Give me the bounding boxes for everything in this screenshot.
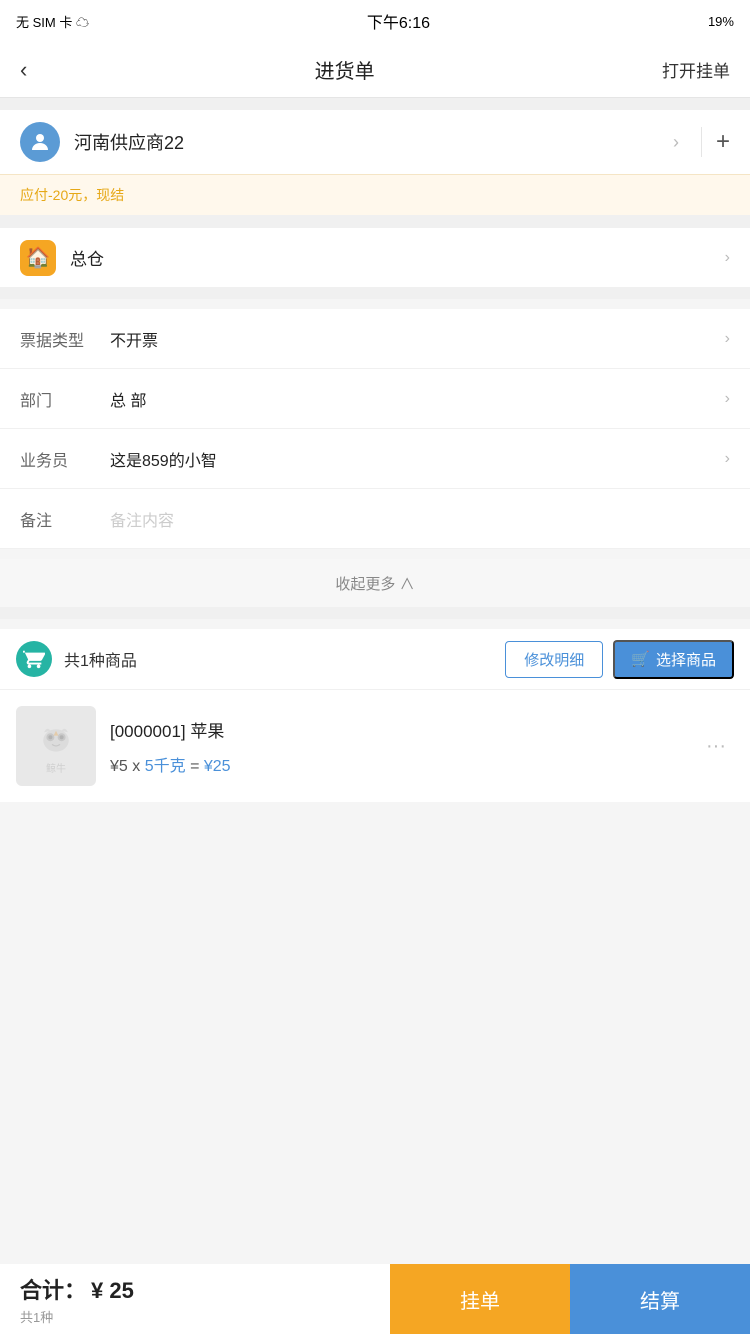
product-header: 共1种商品 修改明细 🛒 选择商品: [0, 629, 750, 689]
footer-total: 合计： ¥ 25 共1种: [0, 1273, 390, 1326]
status-right: 19%: [708, 14, 734, 29]
product-code: [0000001]: [110, 722, 186, 741]
battery-icon: 19%: [708, 14, 734, 29]
form-section: 票据类型 不开票 › 部门 总 部 › 业务员 这是859的小智 › 备注 备注…: [0, 309, 750, 549]
warehouse-name: 总仓: [70, 245, 725, 270]
total-value: ¥ 25: [91, 1278, 134, 1303]
collapse-bar[interactable]: 收起更多 ∧: [0, 559, 750, 607]
status-time: 下午6:16: [367, 9, 430, 33]
product-icon: [16, 641, 52, 677]
hang-button[interactable]: 挂单: [390, 1264, 570, 1334]
invoice-type-label: 票据类型: [20, 327, 100, 351]
settle-button[interactable]: 结算: [570, 1264, 750, 1334]
footer-spacer: [0, 802, 750, 882]
status-left: 无 SIM 卡 ☁: [16, 12, 89, 31]
total-label: 合计：: [20, 1278, 86, 1303]
subtotal: ¥25: [204, 758, 231, 775]
warehouse-section: 🏠 总仓 ›: [0, 227, 750, 287]
salesperson-label: 业务员: [20, 447, 100, 471]
section-gap-3: [0, 287, 750, 299]
total-sub: 共1种: [20, 1307, 370, 1326]
price-x: x: [132, 758, 144, 775]
equals: =: [190, 758, 204, 775]
unit-price: ¥5: [110, 758, 128, 775]
add-supplier-button[interactable]: +: [716, 128, 730, 156]
total-amount: 合计： ¥ 25: [20, 1273, 370, 1305]
select-product-label: 选择商品: [656, 649, 716, 670]
notice-bar: 应付-20元，现结: [0, 174, 750, 215]
department-label: 部门: [20, 387, 100, 411]
invoice-type-value: 不开票: [100, 327, 725, 351]
nav-bar: ‹ 进货单 打开挂单: [0, 42, 750, 98]
chevron-right-icon: ›: [725, 249, 730, 267]
remark-input[interactable]: 备注内容: [100, 507, 730, 531]
department-row[interactable]: 部门 总 部 ›: [0, 369, 750, 429]
product-item: 鲸牛 [0000001] 苹果 ¥5 x 5千克 = ¥25 ···: [0, 689, 750, 802]
qty-value: 5千克: [145, 758, 186, 775]
status-bar: 无 SIM 卡 ☁ 下午6:16 19%: [0, 0, 750, 42]
section-gap-2: [0, 215, 750, 227]
supplier-row[interactable]: 河南供应商22 › +: [0, 110, 750, 174]
product-count-label: 共1种商品: [64, 647, 505, 671]
supplier-section: 河南供应商22 › + 应付-20元，现结: [0, 110, 750, 215]
supplier-avatar: [20, 122, 60, 162]
vertical-divider: [701, 127, 702, 157]
person-icon: [28, 130, 52, 154]
chevron-right-icon: ›: [725, 450, 730, 468]
warehouse-icon: 🏠: [20, 240, 56, 276]
chevron-right-icon: ›: [725, 330, 730, 348]
product-title: 苹果: [190, 722, 224, 741]
chevron-right-icon: ›: [725, 390, 730, 408]
product-info: [0000001] 苹果 ¥5 x 5千克 = ¥25: [110, 717, 698, 776]
select-product-button[interactable]: 🛒 选择商品: [613, 640, 734, 679]
chevron-right-icon: ›: [673, 132, 679, 153]
department-value: 总 部: [100, 387, 725, 411]
cart-icon: [23, 648, 45, 670]
salesperson-value: 这是859的小智: [100, 447, 725, 471]
thumb-label: 鲸牛: [46, 760, 66, 775]
footer: 合计： ¥ 25 共1种 挂单 结算: [0, 1264, 750, 1334]
remark-label: 备注: [20, 507, 100, 531]
cart-icon-small: 🛒: [631, 650, 650, 668]
modify-detail-button[interactable]: 修改明细: [505, 641, 603, 678]
owl-logo-icon: [36, 718, 76, 758]
open-hang-button[interactable]: 打开挂单: [662, 57, 730, 82]
product-thumb-inner: 鲸牛: [36, 718, 76, 775]
remark-row[interactable]: 备注 备注内容: [0, 489, 750, 549]
salesperson-row[interactable]: 业务员 这是859的小智 ›: [0, 429, 750, 489]
warehouse-row[interactable]: 🏠 总仓 ›: [0, 227, 750, 287]
section-gap-4: [0, 607, 750, 619]
product-name: [0000001] 苹果: [110, 717, 698, 742]
product-more-button[interactable]: ···: [698, 731, 734, 762]
back-button[interactable]: ‹: [20, 57, 27, 83]
section-gap-1: [0, 98, 750, 110]
page-title: 进货单: [315, 55, 375, 84]
invoice-type-row[interactable]: 票据类型 不开票 ›: [0, 309, 750, 369]
product-price: ¥5 x 5千克 = ¥25: [110, 752, 698, 776]
product-thumbnail: 鲸牛: [16, 706, 96, 786]
supplier-name: 河南供应商22: [74, 129, 673, 155]
